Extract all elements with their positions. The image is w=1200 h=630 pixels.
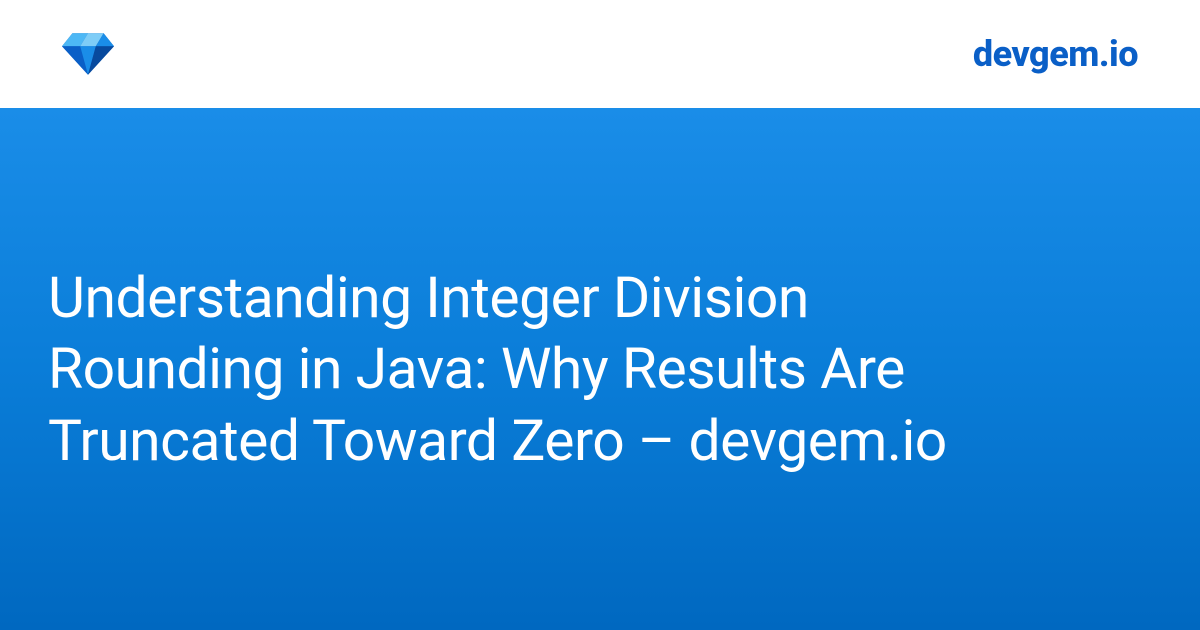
brand-name: devgem.io	[973, 33, 1138, 75]
header: devgem.io	[0, 0, 1200, 108]
hero-section: Understanding Integer Division Rounding …	[0, 108, 1200, 630]
page-title: Understanding Integer Division Rounding …	[48, 262, 948, 476]
gem-icon	[62, 32, 114, 76]
logo	[62, 32, 114, 76]
